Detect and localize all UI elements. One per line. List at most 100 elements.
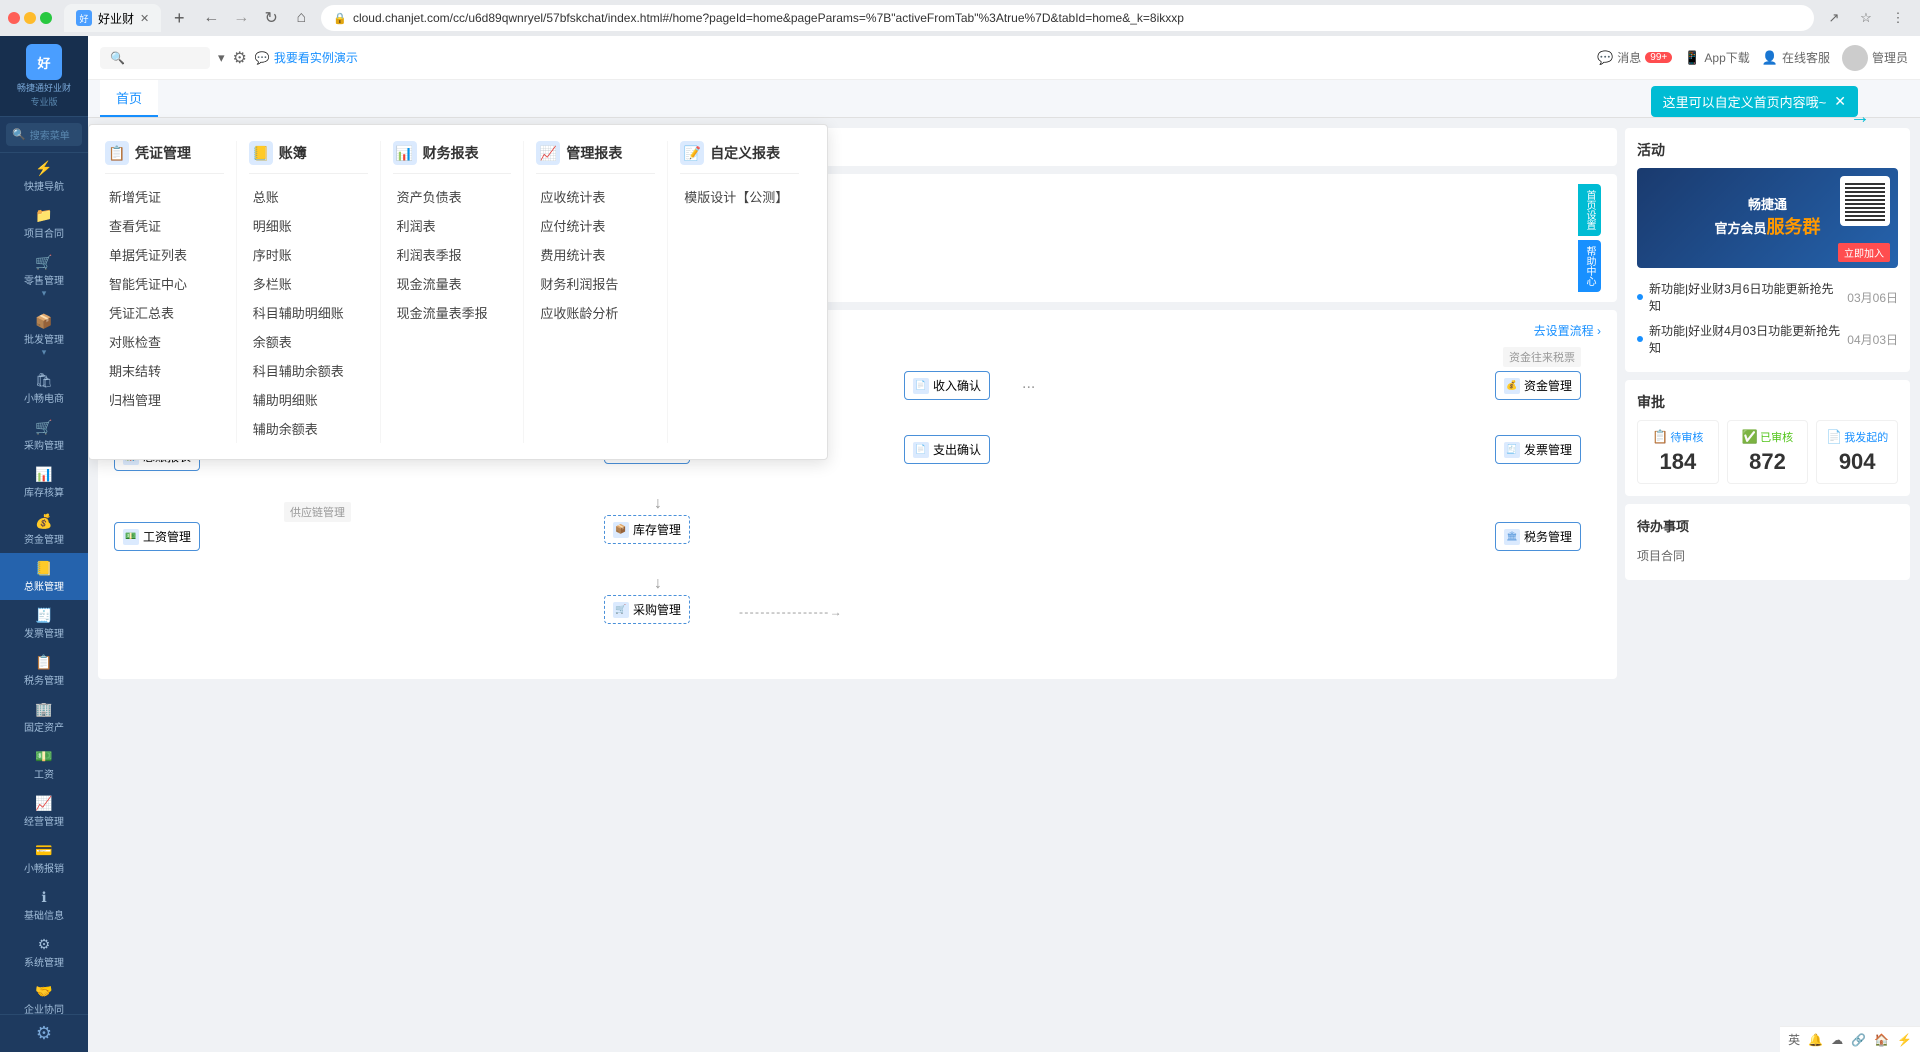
win-close-btn[interactable] [8, 12, 20, 24]
dropdown-item-multi-col[interactable]: 多栏账 [249, 269, 368, 298]
sidebar-item-invoice[interactable]: 🧾 发票管理 [0, 600, 88, 647]
node-revenue-confirm[interactable]: 📄 收入确认 [904, 371, 990, 400]
node-tax-mgmt[interactable]: 🏛 税务管理 [1495, 522, 1581, 551]
sidebar-item-assets[interactable]: 🏢 固定资产 [0, 694, 88, 741]
customize-tip-close[interactable]: ✕ [1834, 93, 1846, 110]
header-dropdown-arrow[interactable]: ▾ [218, 50, 225, 66]
node-salary-mgmt[interactable]: 💵 工资管理 [114, 522, 200, 551]
dropdown-item-aux-balance[interactable]: 辅助余额表 [249, 414, 368, 443]
dropdown-item-period-end[interactable]: 期末结转 [105, 356, 224, 385]
message-btn[interactable]: 💬 消息 99+ [1597, 49, 1672, 66]
new-tab-btn[interactable]: + [165, 4, 193, 32]
approval-sent[interactable]: 📄 我发起的 904 [1816, 420, 1898, 484]
approval-pending-label: 待审核 [1670, 429, 1703, 445]
bottom-lang[interactable]: 英 [1788, 1031, 1800, 1048]
header-settings-icon[interactable]: ⚙ [233, 48, 247, 68]
dropdown-item-receivable[interactable]: 应收统计表 [536, 182, 655, 211]
sidebar-item-basic[interactable]: ℹ 基础信息 [0, 882, 88, 929]
dropdown-item-template[interactable]: 模版设计【公测】 [680, 182, 799, 211]
node-inventory-mgmt[interactable]: 📦 库存管理 [604, 515, 690, 544]
dropdown-item-seq-ledger[interactable]: 序时账 [249, 240, 368, 269]
address-bar-url[interactable]: cloud.chanjet.com/cc/u6d89qwnryel/57bfsk… [353, 11, 1802, 25]
bottom-home-icon[interactable]: 🏠 [1874, 1033, 1889, 1047]
news-item-2[interactable]: 新功能|好业财4月03日功能更新抢先知 04月03日 [1637, 318, 1898, 360]
sidebar-item-enterprise[interactable]: 🤝 企业协同 [0, 976, 88, 1014]
dropdown-item-archive[interactable]: 归档管理 [105, 385, 224, 414]
bookmark-btn[interactable]: ☆ [1852, 5, 1880, 31]
dropdown-item-cashflow-quarterly[interactable]: 现金流量表季报 [393, 298, 512, 327]
join-btn[interactable]: 立即加入 [1838, 243, 1890, 262]
more-btn[interactable]: ... [1022, 375, 1035, 393]
sidebar-item-management[interactable]: 📈 经营管理 [0, 788, 88, 835]
extension-btn[interactable]: ↗ [1820, 5, 1848, 31]
win-min-btn[interactable] [24, 12, 36, 24]
sidebar-item-inventory[interactable]: 📊 库存核算 [0, 459, 88, 506]
app-download-btn[interactable]: 📱 App下载 [1684, 49, 1750, 66]
online-service-label: 在线客服 [1782, 49, 1830, 66]
forward-btn[interactable]: → [227, 5, 255, 31]
sidebar-settings[interactable]: ⚙ [0, 1014, 88, 1052]
bottom-link-icon[interactable]: 🔗 [1851, 1033, 1866, 1047]
dropdown-item-balance-sheet[interactable]: 资产负债表 [393, 182, 512, 211]
dropdown-item-cashflow[interactable]: 现金流量表 [393, 269, 512, 298]
sidebar-item-wholesale[interactable]: 📦 批发管理 ▾ [0, 306, 88, 365]
node-expense-confirm[interactable]: 📄 支出确认 [904, 435, 990, 464]
node-invoice-mgmt[interactable]: 🧾 发票管理 [1495, 435, 1581, 464]
demo-link[interactable]: 💬 我要看实例演示 [255, 49, 358, 66]
dropdown-item-profit[interactable]: 利润表 [393, 211, 512, 240]
dropdown-item-receivable-aging[interactable]: 应收账龄分析 [536, 298, 655, 327]
bottom-bell-icon[interactable]: 🔔 [1808, 1033, 1823, 1047]
sidebar-item-system[interactable]: ⚙ 系统管理 [0, 929, 88, 976]
dropdown-item-expense[interactable]: 费用统计表 [536, 240, 655, 269]
sidebar-item-purchase[interactable]: 🛒 采购管理 [0, 412, 88, 459]
dropdown-item-detail-ledger[interactable]: 明细账 [249, 211, 368, 240]
back-btn[interactable]: ← [197, 5, 225, 31]
sidebar-item-xiaochang-sales[interactable]: 💳 小畅报销 [0, 835, 88, 882]
sidebar-item-quicknav[interactable]: ⚡ 快捷导航 [0, 153, 88, 200]
refresh-btn[interactable]: ↻ [257, 5, 285, 31]
dropdown-item-reconcile[interactable]: 对账检查 [105, 327, 224, 356]
sidebar-item-project[interactable]: 📁 项目合同 [0, 200, 88, 247]
dropdown-item-voucher-list[interactable]: 单据凭证列表 [105, 240, 224, 269]
sidebar-search-input[interactable]: 🔍 搜索菜单 [6, 123, 82, 146]
dropdown-item-profit-quarterly[interactable]: 利润表季报 [393, 240, 512, 269]
node-purchase-mgmt[interactable]: 🛒 采购管理 [604, 595, 690, 624]
activity-banner[interactable]: 畅捷通官方会员服务群 立即加入 [1637, 168, 1898, 268]
todo-item-project: 项目合同 [1637, 543, 1898, 568]
go-flow-link[interactable]: 去设置流程 › [1534, 322, 1601, 339]
user-menu[interactable]: 管理员 [1842, 45, 1908, 71]
home-setup-btn[interactable]: 首页设置 [1578, 184, 1601, 236]
dropdown-item-payable[interactable]: 应付统计表 [536, 211, 655, 240]
dropdown-item-new-voucher[interactable]: 新增凭证 [105, 182, 224, 211]
bottom-cloud-icon[interactable]: ☁ [1831, 1033, 1843, 1047]
sidebar-item-fund[interactable]: 💰 资金管理 [0, 506, 88, 553]
online-service-btn[interactable]: 👤 在线客服 [1762, 49, 1830, 66]
approval-pending[interactable]: 📋 待审核 184 [1637, 420, 1719, 484]
node-fund-mgmt[interactable]: 💰 资金管理 [1495, 371, 1581, 400]
dropdown-item-general-ledger[interactable]: 总账 [249, 182, 368, 211]
header-search-box[interactable]: 🔍 [100, 47, 210, 69]
dropdown-item-view-voucher[interactable]: 查看凭证 [105, 211, 224, 240]
help-center-btn[interactable]: 帮助中心 [1578, 240, 1601, 292]
dropdown-item-aux-detail[interactable]: 辅助明细账 [249, 385, 368, 414]
sidebar-item-ecommerce[interactable]: 🛍 小畅电商 [0, 365, 88, 412]
dropdown-item-balance[interactable]: 余额表 [249, 327, 368, 356]
sidebar-item-tax[interactable]: 📋 税务管理 [0, 647, 88, 694]
browser-menu-btn[interactable]: ⋮ [1884, 5, 1912, 31]
news-date-2: 04月03日 [1847, 331, 1898, 348]
sidebar-item-accounting[interactable]: 📒 总账管理 [0, 553, 88, 600]
approval-done[interactable]: ✅ 已审核 872 [1727, 420, 1809, 484]
tab-home[interactable]: 首页 [100, 80, 158, 117]
sidebar-item-salary[interactable]: 💵 工资 [0, 741, 88, 788]
dropdown-item-subject-detail[interactable]: 科目辅助明细账 [249, 298, 368, 327]
bottom-power-icon[interactable]: ⚡ [1897, 1033, 1912, 1047]
tab-close-icon[interactable]: ✕ [140, 12, 149, 25]
dropdown-item-voucher-summary[interactable]: 凭证汇总表 [105, 298, 224, 327]
news-item-1[interactable]: 新功能|好业财3月6日功能更新抢先知 03月06日 [1637, 276, 1898, 318]
sidebar-item-retail[interactable]: 🛒 零售管理 ▾ [0, 247, 88, 306]
dropdown-item-subject-balance[interactable]: 科目辅助余额表 [249, 356, 368, 385]
home-btn[interactable]: ⌂ [287, 5, 315, 31]
win-max-btn[interactable] [40, 12, 52, 24]
dropdown-item-smart-voucher[interactable]: 智能凭证中心 [105, 269, 224, 298]
dropdown-item-finance-profit[interactable]: 财务利润报告 [536, 269, 655, 298]
